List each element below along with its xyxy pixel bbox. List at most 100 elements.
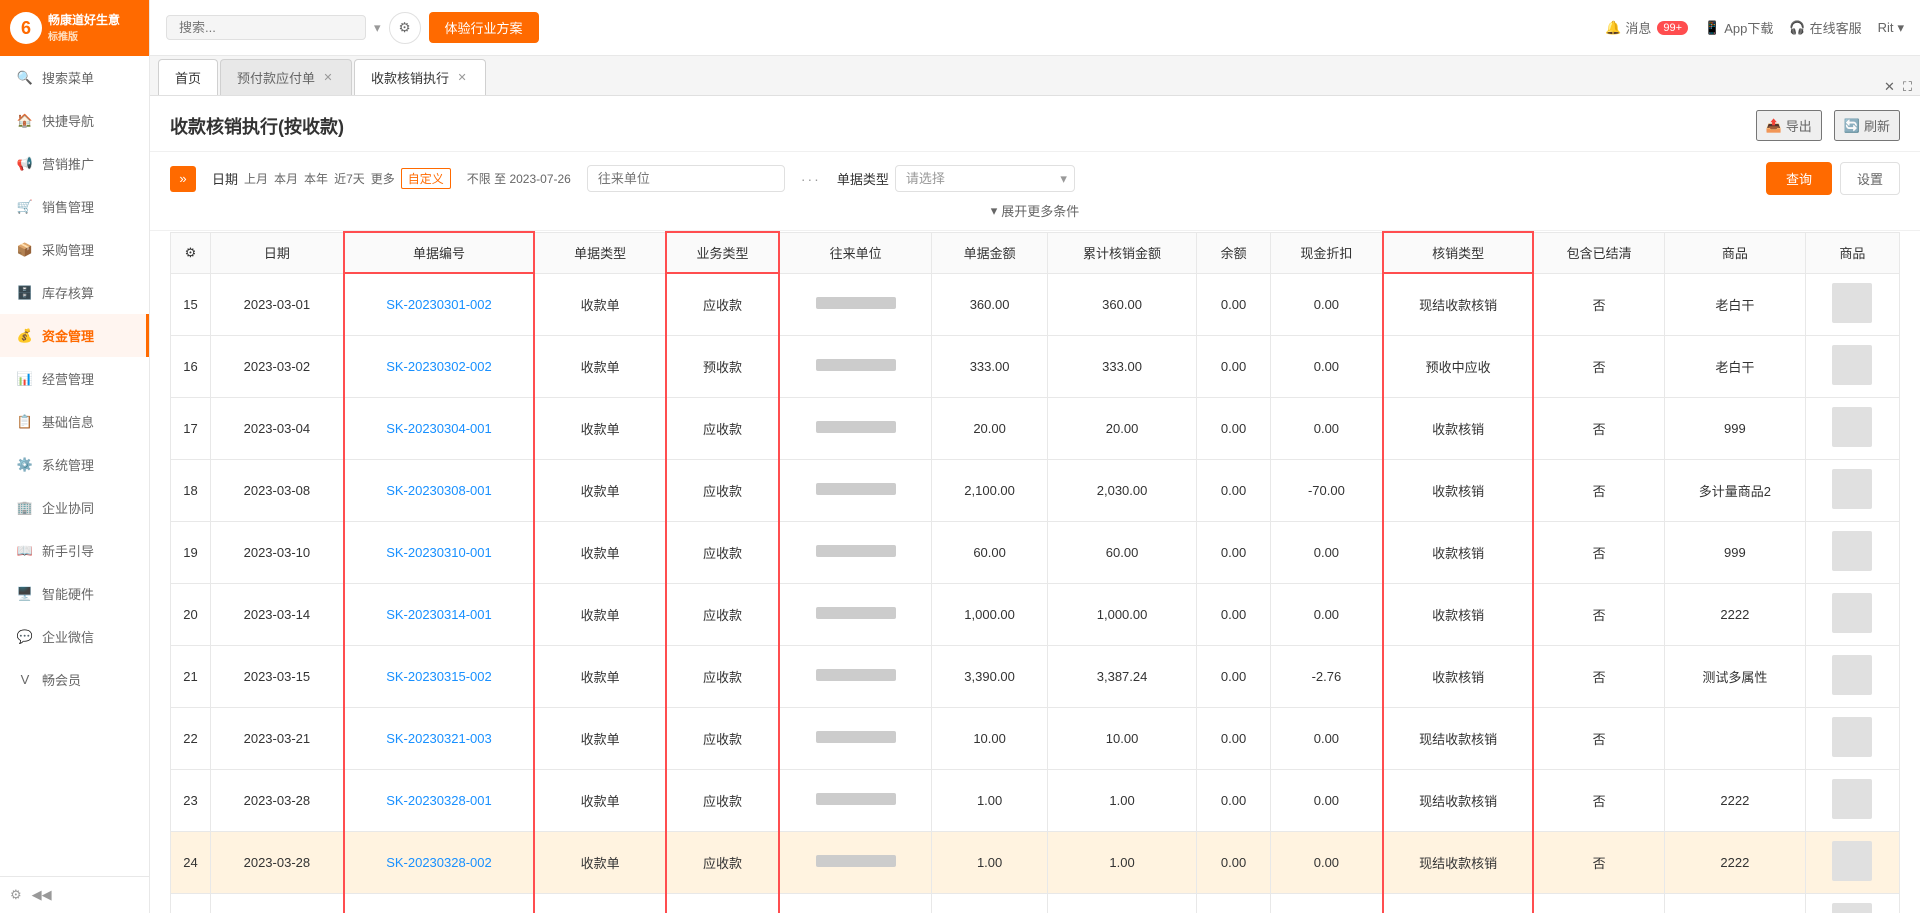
cell-discount: 0.00 bbox=[1271, 521, 1383, 583]
filter-date-7days[interactable]: 近7天 bbox=[334, 170, 365, 187]
tab-prepay-label: 预付款应付单 bbox=[237, 68, 315, 87]
sidebar-item-shortcut[interactable]: 🏠 快捷导航 bbox=[0, 99, 149, 142]
sidebar-settings-icon[interactable]: ⚙ bbox=[10, 887, 22, 903]
home-icon: 🏠 bbox=[16, 112, 34, 130]
col-doc-type[interactable]: 单据类型 bbox=[534, 232, 666, 273]
user-menu[interactable]: Rit ▾ bbox=[1878, 20, 1904, 36]
filter-date-more[interactable]: 更多 bbox=[371, 170, 395, 187]
doc-no-link[interactable]: SK-20230304-001 bbox=[386, 421, 492, 436]
filter-row: » 日期 上月 本月 本年 近7天 更多 自定义 不限 至 2023-07-26 bbox=[170, 162, 1900, 195]
sidebar-item-system[interactable]: ⚙️ 系统管理 bbox=[0, 443, 149, 486]
expand-conditions-button[interactable]: ▾ 展开更多条件 bbox=[991, 201, 1080, 220]
col-verify-type[interactable]: 核销类型 bbox=[1383, 232, 1534, 273]
cell-balance: 0.00 bbox=[1197, 459, 1271, 521]
partner-input[interactable] bbox=[587, 165, 785, 192]
tab-prepay-close[interactable]: ✕ bbox=[321, 71, 335, 85]
cell-discount: 0.00 bbox=[1271, 335, 1383, 397]
filter-date-this-year[interactable]: 本年 bbox=[304, 170, 328, 187]
doc-no-link[interactable]: SK-20230314-001 bbox=[386, 607, 492, 622]
query-button[interactable]: 查询 bbox=[1766, 162, 1832, 195]
cell-cum-amount: 360.00 bbox=[1047, 273, 1196, 335]
service-button[interactable]: 🎧 在线客服 bbox=[1789, 18, 1861, 37]
cell-partner bbox=[779, 707, 932, 769]
page-header: 收款核销执行(按收款) 📤 导出 🔄 刷新 bbox=[150, 96, 1920, 152]
cell-seq: 23 bbox=[171, 769, 211, 831]
doc-no-link[interactable]: SK-20230315-002 bbox=[386, 669, 492, 684]
col-included[interactable]: 包含已结清 bbox=[1533, 232, 1664, 273]
settings-button[interactable]: ⚙ bbox=[389, 12, 421, 44]
cell-biz-type: 应收款 bbox=[666, 645, 779, 707]
sidebar-item-sales[interactable]: 🛒 销售管理 bbox=[0, 185, 149, 228]
col-biz-type[interactable]: 业务类型 bbox=[666, 232, 779, 273]
cell-cum-amount: -2,430.00 bbox=[1047, 893, 1196, 913]
chevron-down-icon[interactable]: ▾ bbox=[374, 20, 381, 36]
notification-label: 消息 bbox=[1625, 18, 1651, 37]
sidebar-item-operations[interactable]: 📊 经营管理 bbox=[0, 357, 149, 400]
doc-no-link[interactable]: SK-20230310-001 bbox=[386, 545, 492, 560]
cell-product2 bbox=[1805, 831, 1899, 893]
col-product2[interactable]: 商品 bbox=[1805, 232, 1899, 273]
doctype-select[interactable]: 请选择 bbox=[895, 165, 1075, 192]
col-amount[interactable]: 单据金额 bbox=[932, 232, 1048, 273]
tab-collection-close[interactable]: ✕ bbox=[455, 71, 469, 85]
doc-no-link[interactable]: SK-20230302-002 bbox=[386, 359, 492, 374]
cell-amount: -2,430.00 bbox=[932, 893, 1048, 913]
tab-home[interactable]: 首页 bbox=[158, 59, 218, 95]
cell-included: 否 bbox=[1533, 521, 1664, 583]
app-logo: 6 畅康道好生意 标推版 bbox=[0, 0, 149, 56]
filter-date-this-month[interactable]: 本月 bbox=[274, 170, 298, 187]
sidebar-item-basic-label: 基础信息 bbox=[42, 412, 94, 431]
export-button[interactable]: 📤 导出 bbox=[1756, 110, 1822, 141]
sidebar-collapse-icon[interactable]: ◀◀ bbox=[32, 887, 52, 903]
sidebar-item-guide[interactable]: 📖 新手引导 bbox=[0, 529, 149, 572]
col-cum-amount[interactable]: 累计核销金额 bbox=[1047, 232, 1196, 273]
filter-actions: 查询 设置 bbox=[1766, 162, 1900, 195]
export-icon: 📤 bbox=[1766, 118, 1782, 134]
doc-no-link[interactable]: SK-20230328-002 bbox=[386, 855, 492, 870]
industry-solution-button[interactable]: 体验行业方案 bbox=[429, 12, 539, 43]
main-area: ▾ ⚙ 体验行业方案 🔔 消息 99+ 📱 App下载 🎧 在线客服 Rit ▾ bbox=[150, 0, 1920, 913]
notification-button[interactable]: 🔔 消息 99+ bbox=[1605, 18, 1688, 37]
col-settings[interactable]: ⚙ bbox=[171, 232, 211, 273]
cell-verify-type: 现结收款核销 bbox=[1383, 769, 1534, 831]
sidebar-item-marketing[interactable]: 📢 营销推广 bbox=[0, 142, 149, 185]
cell-balance: 0.00 bbox=[1197, 707, 1271, 769]
cell-product2 bbox=[1805, 893, 1899, 913]
filter-date-last-month[interactable]: 上月 bbox=[244, 170, 268, 187]
filter-date-custom[interactable]: 自定义 bbox=[401, 168, 451, 189]
sidebar-item-finance[interactable]: 💰 资金管理 bbox=[0, 314, 149, 357]
sidebar-item-purchase[interactable]: 📦 采购管理 bbox=[0, 228, 149, 271]
sidebar-item-hardware[interactable]: 🖥️ 智能硬件 bbox=[0, 572, 149, 615]
search-input[interactable] bbox=[166, 15, 366, 40]
filter-settings-button[interactable]: 设置 bbox=[1840, 162, 1900, 195]
col-discount[interactable]: 现金折扣 bbox=[1271, 232, 1383, 273]
sidebar-item-inventory[interactable]: 🗄️ 库存核算 bbox=[0, 271, 149, 314]
tab-prepay[interactable]: 预付款应付单 ✕ bbox=[220, 59, 352, 95]
doc-no-link[interactable]: SK-20230301-002 bbox=[386, 297, 492, 312]
cell-product2 bbox=[1805, 273, 1899, 335]
cell-partner bbox=[779, 831, 932, 893]
filter-toggle-button[interactable]: » bbox=[170, 166, 196, 192]
sidebar-item-company[interactable]: 🏢 企业协同 bbox=[0, 486, 149, 529]
doc-no-link[interactable]: SK-20230321-003 bbox=[386, 731, 492, 746]
sidebar-item-wechat-label: 企业微信 bbox=[42, 627, 94, 646]
close-all-icon[interactable]: ✕ bbox=[1884, 79, 1895, 95]
sidebar-item-member[interactable]: V 畅会员 bbox=[0, 658, 149, 701]
refresh-button[interactable]: 🔄 刷新 bbox=[1834, 110, 1900, 141]
cell-balance: 0.00 bbox=[1197, 521, 1271, 583]
sidebar-item-search[interactable]: 🔍 搜索菜单 bbox=[0, 56, 149, 99]
sidebar-item-basic[interactable]: 📋 基础信息 bbox=[0, 400, 149, 443]
app-download-button[interactable]: 📱 App下载 bbox=[1704, 18, 1773, 37]
sidebar-item-wechat[interactable]: 💬 企业微信 bbox=[0, 615, 149, 658]
col-date[interactable]: 日期 bbox=[211, 232, 344, 273]
doc-no-link[interactable]: SK-20230328-001 bbox=[386, 793, 492, 808]
col-balance[interactable]: 余额 bbox=[1197, 232, 1271, 273]
sidebar-item-marketing-label: 营销推广 bbox=[42, 154, 94, 173]
col-doc-no[interactable]: 单据编号 bbox=[344, 232, 534, 273]
col-product1[interactable]: 商品 bbox=[1664, 232, 1805, 273]
tab-collection[interactable]: 收款核销执行 ✕ bbox=[354, 59, 486, 95]
cell-biz-type: 应收款 bbox=[666, 397, 779, 459]
expand-icon[interactable]: ⛶ bbox=[1903, 79, 1912, 95]
doc-no-link[interactable]: SK-20230308-001 bbox=[386, 483, 492, 498]
col-partner[interactable]: 往来单位 bbox=[779, 232, 932, 273]
